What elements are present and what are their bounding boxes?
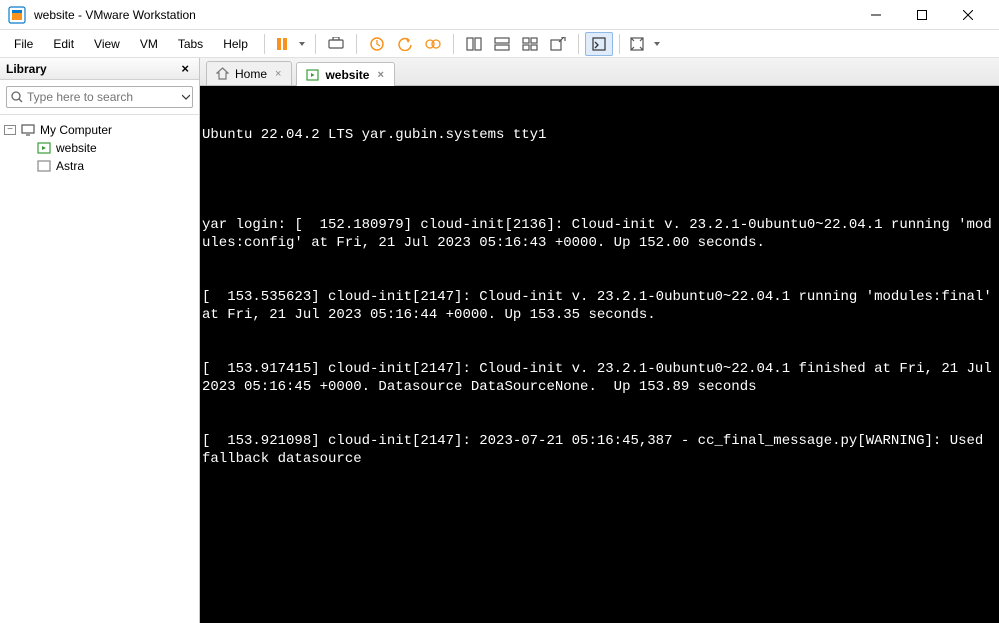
console-line: yar login: [ 152.180979] cloud-init[2136… [202,216,997,252]
menu-help[interactable]: Help [213,33,258,55]
tab-home-label: Home [235,67,267,81]
vm-console[interactable]: Ubuntu 22.04.2 LTS yar.gubin.systems tty… [200,86,999,623]
toolbar-separator [619,34,620,54]
window-title: website - VMware Workstation [34,8,196,22]
tab-website-label: website [325,68,369,82]
menu-edit[interactable]: Edit [43,33,84,55]
quick-switch-button[interactable] [585,32,613,56]
tree-root-label: My Computer [40,123,112,137]
library-close-button[interactable]: × [177,61,193,76]
vm-running-icon [305,68,319,82]
tree-collapse-icon[interactable]: − [4,125,16,135]
menu-file[interactable]: File [4,33,43,55]
library-search-row [0,80,199,115]
manage-snapshots-button[interactable] [419,32,447,56]
search-dropdown-caret[interactable] [182,93,190,101]
search-input[interactable] [23,90,182,104]
tab-close-button[interactable]: × [375,69,385,81]
search-icon [11,91,23,103]
menu-tabs[interactable]: Tabs [168,33,213,55]
show-single-view-button[interactable] [488,32,516,56]
vm-running-icon [36,142,52,154]
tree-item-website[interactable]: website [4,139,195,157]
show-console-view-button[interactable] [460,32,488,56]
tab-close-button[interactable]: × [273,68,283,80]
menu-vm[interactable]: VM [130,33,168,55]
tree-item-astra[interactable]: Astra [4,157,195,175]
show-thumbnail-view-button[interactable] [516,32,544,56]
library-tree: − My Computer website Astra [0,115,199,181]
close-button[interactable] [945,0,991,30]
toolbar-separator [356,34,357,54]
toolbar-separator [453,34,454,54]
console-line: Ubuntu 22.04.2 LTS yar.gubin.systems tty… [202,126,997,144]
tab-home[interactable]: Home × [206,61,292,85]
pause-vm-button[interactable] [271,32,309,56]
content-area: Home × website × Ubuntu 22.04.2 LTS yar.… [200,58,999,623]
library-title: Library [6,62,177,76]
console-line: [ 153.921098] cloud-init[2147]: 2023-07-… [202,432,997,468]
vm-off-icon [36,160,52,172]
library-panel: Library × − My Computer [0,58,200,623]
menubar: File Edit View VM Tabs Help [0,30,999,58]
dropdown-caret-icon [654,42,660,46]
console-line: [ 153.535623] cloud-init[2147]: Cloud-in… [202,288,997,324]
detach-tab-button[interactable] [544,32,572,56]
revert-snapshot-button[interactable] [391,32,419,56]
titlebar: website - VMware Workstation [0,0,999,30]
tree-item-label: website [56,141,97,155]
minimize-button[interactable] [853,0,899,30]
tree-root-my-computer[interactable]: − My Computer [4,121,195,139]
vmware-app-icon [8,6,26,24]
snapshot-button[interactable] [363,32,391,56]
library-header: Library × [0,58,199,80]
menu-view[interactable]: View [84,33,130,55]
console-line: [ 153.917415] cloud-init[2147]: Cloud-in… [202,360,997,396]
maximize-button[interactable] [899,0,945,30]
main-area: Library × − My Computer [0,58,999,623]
search-input-wrap[interactable] [6,86,193,108]
toolbar-separator [315,34,316,54]
home-icon [215,67,229,81]
dropdown-caret-icon [299,42,305,46]
tab-website[interactable]: website × [296,62,394,86]
toolbar-separator [264,34,265,54]
send-ctrl-alt-del-button[interactable] [322,32,350,56]
monitor-icon [20,124,36,136]
toolbar-separator [578,34,579,54]
tabbar: Home × website × [200,58,999,86]
fullscreen-button[interactable] [626,32,664,56]
tree-item-label: Astra [56,159,84,173]
